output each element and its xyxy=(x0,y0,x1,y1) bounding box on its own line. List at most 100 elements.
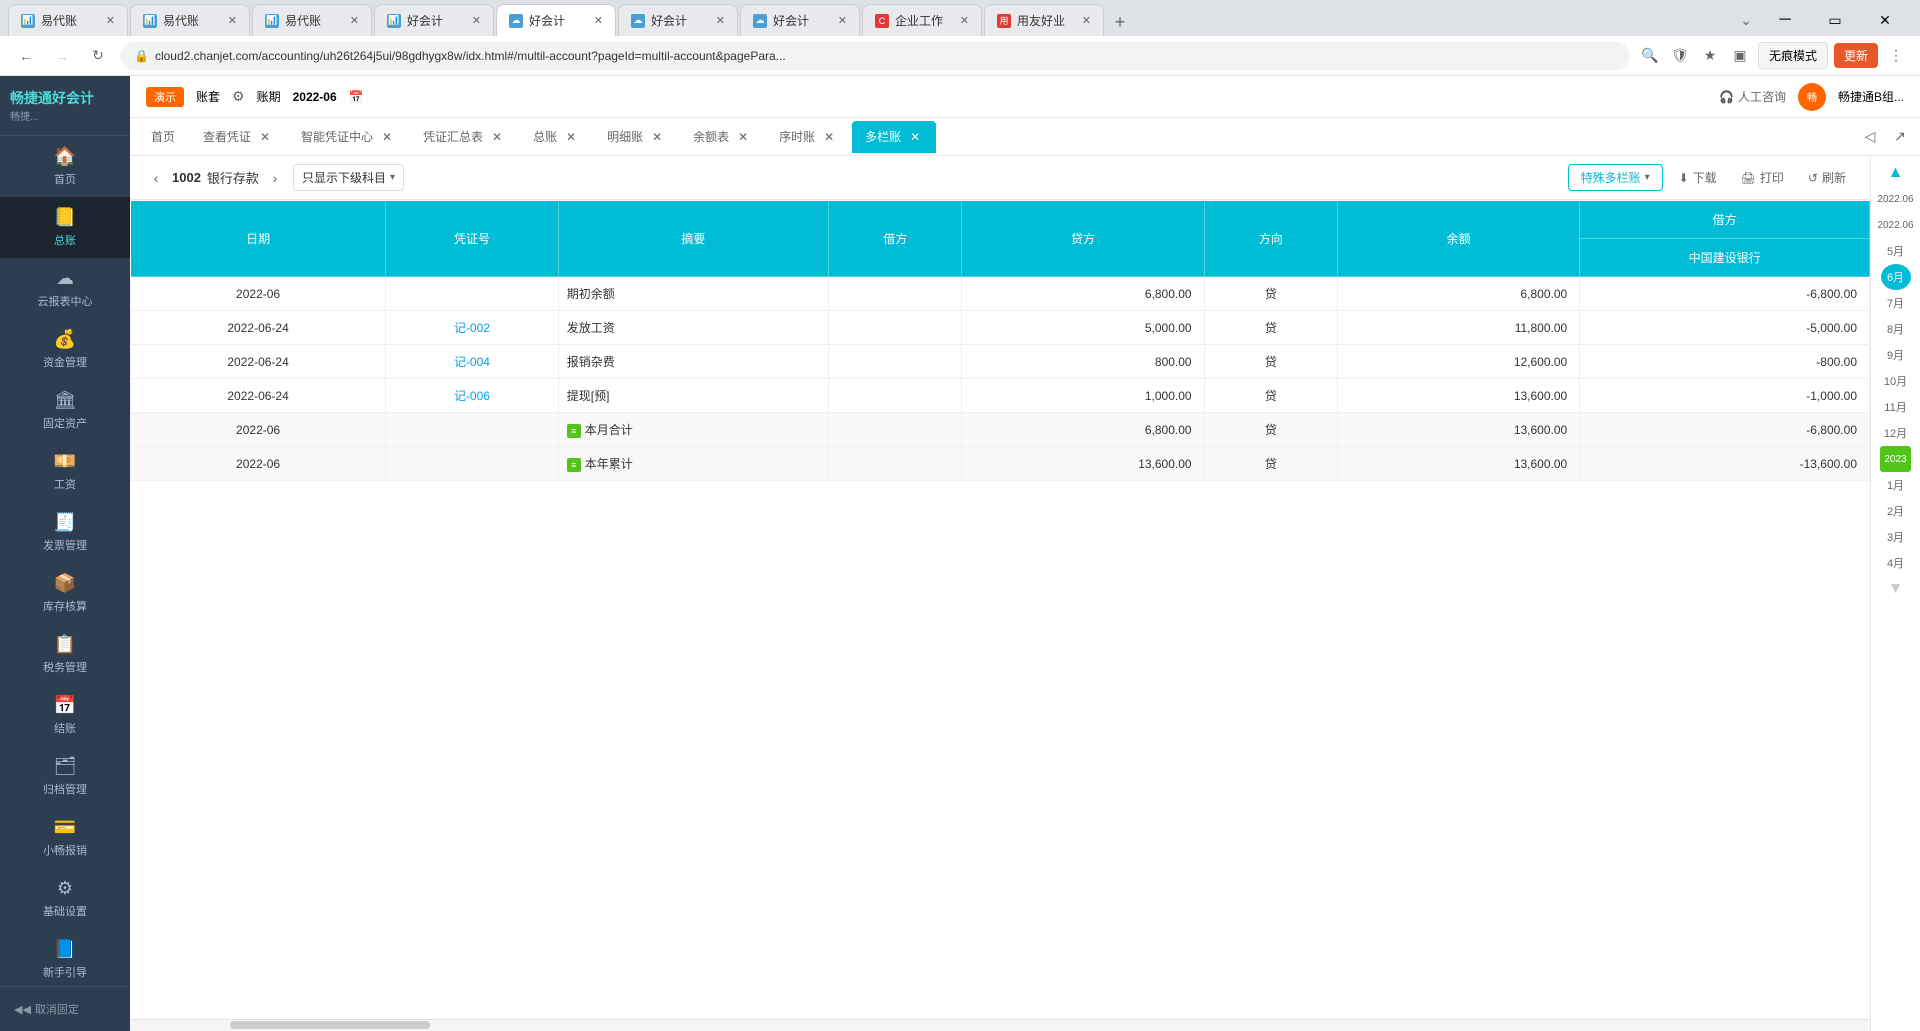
cell-voucher[interactable]: 记-006 xyxy=(386,379,559,413)
maximize-button[interactable]: ▭ xyxy=(1812,4,1858,36)
tab-balance-close[interactable]: ✕ xyxy=(735,129,751,145)
sidebar-item-cloud[interactable]: ☁ 云报表中心 xyxy=(0,258,130,319)
tab-close-1[interactable]: ✕ xyxy=(106,14,115,27)
star-button[interactable]: ★ xyxy=(1698,44,1722,68)
timeline-up-button[interactable]: ▲ xyxy=(1884,160,1908,186)
tab-sequence-close[interactable]: ✕ xyxy=(821,129,837,145)
new-tab-button[interactable]: + xyxy=(1106,8,1134,36)
sidebar-item-invoice[interactable]: 🧾 发票管理 xyxy=(0,502,130,563)
browser-tab-7[interactable]: ☁ 好会计 ✕ xyxy=(740,4,860,36)
tab-list-button[interactable]: ⌄ xyxy=(1734,8,1758,32)
shield-button[interactable]: 🛡 xyxy=(1668,44,1692,68)
top-settings-icon[interactable]: ⚙ xyxy=(232,88,245,105)
cell-voucher[interactable]: 记-004 xyxy=(386,345,559,379)
timeline-mar[interactable]: 3月 xyxy=(1874,524,1918,550)
sidebar-item-archive[interactable]: 🗂 归档管理 xyxy=(0,746,130,807)
timeline-october[interactable]: 10月 xyxy=(1874,368,1918,394)
timeline-august[interactable]: 8月 xyxy=(1874,316,1918,342)
tab-close-2[interactable]: ✕ xyxy=(228,14,237,27)
print-button[interactable]: 🖨 打印 xyxy=(1733,165,1792,190)
timeline-july[interactable]: 7月 xyxy=(1874,290,1918,316)
timeline-may[interactable]: 5月 xyxy=(1874,238,1918,264)
tab-voucher[interactable]: 查看凭证 ✕ xyxy=(190,121,286,153)
browser-tab-3[interactable]: 📊 易代账 ✕ xyxy=(252,4,372,36)
tab-close-3[interactable]: ✕ xyxy=(350,14,359,27)
next-account-button[interactable]: › xyxy=(265,168,285,188)
tab-smart[interactable]: 智能凭证中心 ✕ xyxy=(288,121,408,153)
sidebar-item-expense[interactable]: 💳 小畅报销 xyxy=(0,807,130,868)
tab-sequence[interactable]: 序时账 ✕ xyxy=(766,121,850,153)
tab-multi-close[interactable]: ✕ xyxy=(907,129,923,145)
sidebar-item-ledger[interactable]: 📒 总账 xyxy=(0,197,130,258)
tab-detail[interactable]: 明细账 ✕ xyxy=(594,121,678,153)
browser-tab-9[interactable]: 用 用友好业 ✕ xyxy=(984,4,1104,36)
browser-tab-4[interactable]: 📊 好会计 ✕ xyxy=(374,4,494,36)
sidebar-item-fund[interactable]: 💰 资金管理 xyxy=(0,319,130,380)
sidebar-item-close[interactable]: 📅 结账 xyxy=(0,685,130,746)
tab-summary-close[interactable]: ✕ xyxy=(489,129,505,145)
timeline-november[interactable]: 11月 xyxy=(1874,394,1918,420)
update-button[interactable]: 更新 xyxy=(1834,43,1878,68)
incognito-button[interactable]: 无痕模式 xyxy=(1758,42,1828,69)
timeline-september[interactable]: 9月 xyxy=(1874,342,1918,368)
h-scrollbar[interactable] xyxy=(130,1019,1870,1031)
browser-tab-5[interactable]: ☁ 好会计 ✕ xyxy=(496,4,616,36)
sidebar-item-asset[interactable]: 🏛 固定资产 xyxy=(0,380,130,441)
timeline-feb[interactable]: 2月 xyxy=(1874,498,1918,524)
reload-button[interactable]: ↻ xyxy=(84,42,112,70)
timeline-jan[interactable]: 1月 xyxy=(1874,472,1918,498)
tab-close-8[interactable]: ✕ xyxy=(960,14,969,27)
calendar-icon[interactable]: 📅 xyxy=(349,90,364,104)
h-scroll-thumb[interactable] xyxy=(230,1021,430,1029)
voucher-link[interactable]: 记-002 xyxy=(454,321,490,335)
cancel-fixed-button[interactable]: ◀◀ 取消固定 xyxy=(8,995,122,1023)
url-bar[interactable]: 🔒 cloud2.chanjet.com/accounting/uh26t264… xyxy=(120,42,1630,70)
tab-close-6[interactable]: ✕ xyxy=(716,14,725,27)
tab-close-5[interactable]: ✕ xyxy=(594,14,603,27)
browser-tab-1[interactable]: 📊 易代账 ✕ xyxy=(8,4,128,36)
search-button[interactable]: 🔍 xyxy=(1638,44,1662,68)
tab-balance[interactable]: 余额表 ✕ xyxy=(680,121,764,153)
tab-close-4[interactable]: ✕ xyxy=(472,14,481,27)
sidebar-item-home[interactable]: 🏠 首页 xyxy=(0,136,130,197)
timeline-apr[interactable]: 4月 xyxy=(1874,550,1918,576)
tab-multi[interactable]: 多栏账 ✕ xyxy=(852,121,936,153)
tab-smart-close[interactable]: ✕ xyxy=(379,129,395,145)
sidebar-item-guide[interactable]: 📘 新手引导 xyxy=(0,929,130,986)
collapse-panel-button[interactable]: ◁ xyxy=(1858,125,1882,149)
multi-col-button[interactable]: 特殊多栏账 ▾ xyxy=(1568,164,1663,191)
tab-detail-close[interactable]: ✕ xyxy=(649,129,665,145)
tab-general[interactable]: 总账 ✕ xyxy=(520,121,592,153)
timeline-down-button[interactable]: ▼ xyxy=(1884,576,1908,602)
ai-consult-button[interactable]: 🎧 人工咨询 xyxy=(1719,88,1786,105)
tab-close-7[interactable]: ✕ xyxy=(838,14,847,27)
filter-dropdown[interactable]: 只显示下级科目 ▾ xyxy=(293,164,404,191)
sidebar-toggle[interactable]: ▣ xyxy=(1728,44,1752,68)
forward-button[interactable]: → xyxy=(48,42,76,70)
tab-general-close[interactable]: ✕ xyxy=(563,129,579,145)
sidebar-item-salary[interactable]: 💴 工资 xyxy=(0,441,130,502)
browser-tab-8[interactable]: C 企业工作 ✕ xyxy=(862,4,982,36)
sidebar-item-tax[interactable]: 📋 税务管理 xyxy=(0,624,130,685)
browser-tab-6[interactable]: ☁ 好会计 ✕ xyxy=(618,4,738,36)
back-button[interactable]: ← xyxy=(12,42,40,70)
voucher-link[interactable]: 记-006 xyxy=(454,389,490,403)
tab-home[interactable]: 首页 xyxy=(138,121,188,153)
tab-close-9[interactable]: ✕ xyxy=(1082,14,1091,27)
sidebar-item-inventory[interactable]: 📦 库存核算 xyxy=(0,563,130,624)
voucher-link[interactable]: 记-004 xyxy=(454,355,490,369)
cell-voucher[interactable]: 记-002 xyxy=(386,311,559,345)
timeline-december[interactable]: 12月 xyxy=(1874,420,1918,446)
tab-voucher-close[interactable]: ✕ xyxy=(257,129,273,145)
sidebar-item-settings[interactable]: ⚙ 基础设置 xyxy=(0,868,130,929)
timeline-june[interactable]: 6月 xyxy=(1881,264,1911,290)
prev-account-button[interactable]: ‹ xyxy=(146,168,166,188)
minimize-button[interactable]: ─ xyxy=(1762,4,1808,36)
tab-summary[interactable]: 凭证汇总表 ✕ xyxy=(410,121,518,153)
download-button[interactable]: ⬇ 下载 xyxy=(1671,165,1725,190)
refresh-button[interactable]: ↺ 刷新 xyxy=(1800,165,1854,190)
settings-button[interactable]: ⋮ xyxy=(1884,44,1908,68)
browser-tab-2[interactable]: 📊 易代账 ✕ xyxy=(130,4,250,36)
close-button[interactable]: ✕ xyxy=(1862,4,1908,36)
expand-panel-button[interactable]: ↗ xyxy=(1888,125,1912,149)
